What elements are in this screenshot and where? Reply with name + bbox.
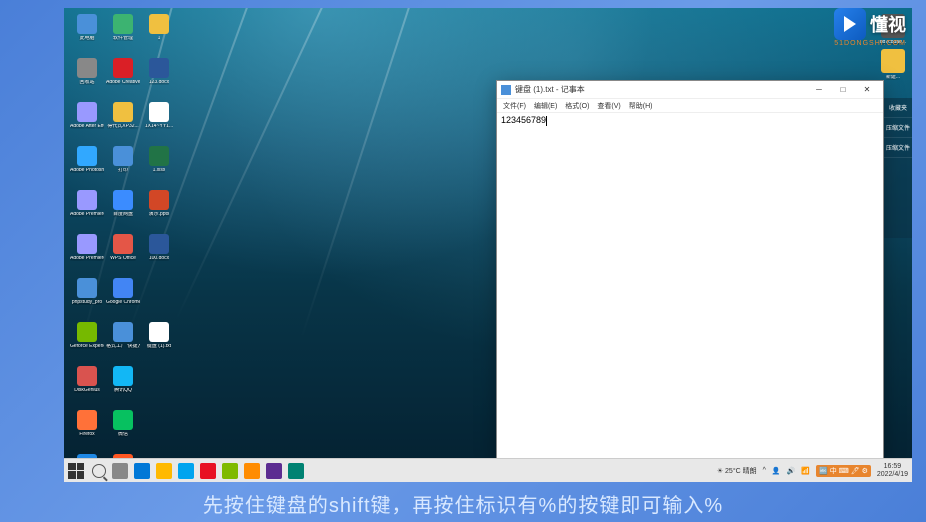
desktop-icon[interactable]: 123.docx: [142, 58, 176, 100]
desktop-icon[interactable]: 1.xlsx: [142, 146, 176, 188]
desktop-icon[interactable]: Adobe Creative Cloud: [106, 58, 140, 100]
notepad-textarea[interactable]: 123456789: [497, 113, 883, 128]
taskbar-app[interactable]: [178, 463, 194, 479]
desktop-icon[interactable]: 演示.pptx: [142, 190, 176, 232]
taskbar-app[interactable]: [134, 463, 150, 479]
desktop-icon[interactable]: 软件管理: [106, 14, 140, 56]
weather-widget[interactable]: ☀ 25°C 晴朗: [717, 466, 757, 476]
desktop-icon[interactable]: 得代式XP32...: [106, 102, 140, 144]
desktop-icons-grid: 此电脑软件管理1 回收站Adobe Creative Cloud123.docx A…: [70, 14, 248, 482]
menu-help[interactable]: 帮助(H): [629, 101, 653, 111]
menu-view[interactable]: 查看(V): [597, 101, 620, 111]
taskbar-apps: [128, 463, 304, 479]
menu-edit[interactable]: 编辑(E): [534, 101, 557, 111]
maximize-button[interactable]: □: [831, 82, 855, 98]
tray-user-icon[interactable]: 👤: [772, 467, 781, 475]
taskbar-app[interactable]: [288, 463, 304, 479]
desktop-icon[interactable]: 回收站: [70, 58, 104, 100]
notepad-menubar: 文件(F) 编辑(E) 格式(O) 查看(V) 帮助(H): [497, 99, 883, 113]
minimize-button[interactable]: ─: [807, 82, 831, 98]
notepad-window[interactable]: 键盘 (1).txt - 记事本 ─ □ ✕ 文件(F) 编辑(E) 格式(O)…: [496, 80, 884, 460]
side-item[interactable]: 收藏夹: [884, 98, 912, 118]
notepad-icon: [501, 85, 511, 95]
desktop-icon[interactable]: 100.docx: [142, 234, 176, 276]
play-icon: [834, 8, 866, 40]
desktop-screen: 此电脑软件管理1 回收站Adobe Creative Cloud123.docx A…: [64, 8, 912, 482]
taskbar: ☀ 25°C 晴朗 ^ 👤 🔊 📶 🔤 中 ⌨ 🖊 ⚙ 16:59 2022/4…: [64, 458, 912, 482]
menu-file[interactable]: 文件(F): [503, 101, 526, 111]
taskbar-app[interactable]: [244, 463, 260, 479]
desktop-icon[interactable]: 打印: [106, 146, 140, 188]
taskbar-app[interactable]: [156, 463, 172, 479]
desktop-icon[interactable]: Firefox: [70, 410, 104, 452]
notepad-titlebar[interactable]: 键盘 (1).txt - 记事本 ─ □ ✕: [497, 81, 883, 99]
task-view-icon[interactable]: [112, 463, 128, 479]
desktop-icon[interactable]: 键盘 (1).txt: [142, 322, 176, 364]
close-button[interactable]: ✕: [855, 82, 879, 98]
desktop-icon[interactable]: DiskGenius: [70, 366, 104, 408]
desktop-icon[interactable]: 1: [142, 14, 176, 56]
tray-network-icon[interactable]: 📶: [801, 467, 810, 475]
desktop-icon[interactable]: Adobe Premiere Pro 2020: [70, 190, 104, 232]
desktop-icon[interactable]: Adobe Premiere Pro 20...: [70, 234, 104, 276]
clock[interactable]: 16:59 2022/4/19: [877, 463, 908, 478]
desktop-icon[interactable]: 此电脑: [70, 14, 104, 56]
desktop-icon[interactable]: 百度网盘: [106, 190, 140, 232]
desktop-icon[interactable]: phpstudy_pro: [70, 278, 104, 320]
notepad-title: 键盘 (1).txt - 记事本: [515, 84, 807, 95]
start-button[interactable]: [68, 463, 84, 479]
subtitle-caption: 先按住键盘的shift键，再按住标识有%的按键即可输入%: [0, 489, 926, 518]
search-icon[interactable]: [92, 464, 106, 478]
system-tray: ☀ 25°C 晴朗 ^ 👤 🔊 📶 🔤 中 ⌨ 🖊 ⚙ 16:59 2022/4…: [717, 463, 908, 478]
desktop-icon[interactable]: 新建...: [881, 49, 905, 80]
ime-indicator[interactable]: 🔤 中 ⌨ 🖊 ⚙: [816, 465, 871, 477]
brand-name: 懂视: [870, 11, 906, 37]
taskbar-app[interactable]: [266, 463, 282, 479]
watermark-logo: 懂视 51DONGSHI.COM: [834, 8, 906, 40]
taskbar-app[interactable]: [200, 463, 216, 479]
brand-url: 51DONGSHI.COM: [834, 40, 906, 47]
desktop-icon[interactable]: Google Chrome: [106, 278, 140, 320]
desktop-icon[interactable]: 腾讯QQ: [106, 366, 140, 408]
desktop-icon[interactable]: Geforce Experience: [70, 322, 104, 364]
desktop-icon[interactable]: 格式工厂 快捷方式: [106, 322, 140, 364]
side-item[interactable]: 压缩文件: [884, 118, 912, 138]
taskbar-app[interactable]: [222, 463, 238, 479]
side-item[interactable]: 压缩文件: [884, 138, 912, 158]
desktop-icon[interactable]: WPS Office: [106, 234, 140, 276]
tray-volume-icon[interactable]: 🔊: [787, 467, 796, 475]
desktop-icon[interactable]: 1X14~YY1...: [142, 102, 176, 144]
desktop-icon[interactable]: Adobe After Effects 2020: [70, 102, 104, 144]
tray-chevron[interactable]: ^: [763, 467, 766, 474]
desktop-icon[interactable]: Adobe Photoshop 2020: [70, 146, 104, 188]
menu-format[interactable]: 格式(O): [565, 101, 589, 111]
desktop-icon[interactable]: 微信: [106, 410, 140, 452]
side-panel: 收藏夹 压缩文件 压缩文件: [884, 98, 912, 238]
text-cursor: [546, 116, 547, 126]
